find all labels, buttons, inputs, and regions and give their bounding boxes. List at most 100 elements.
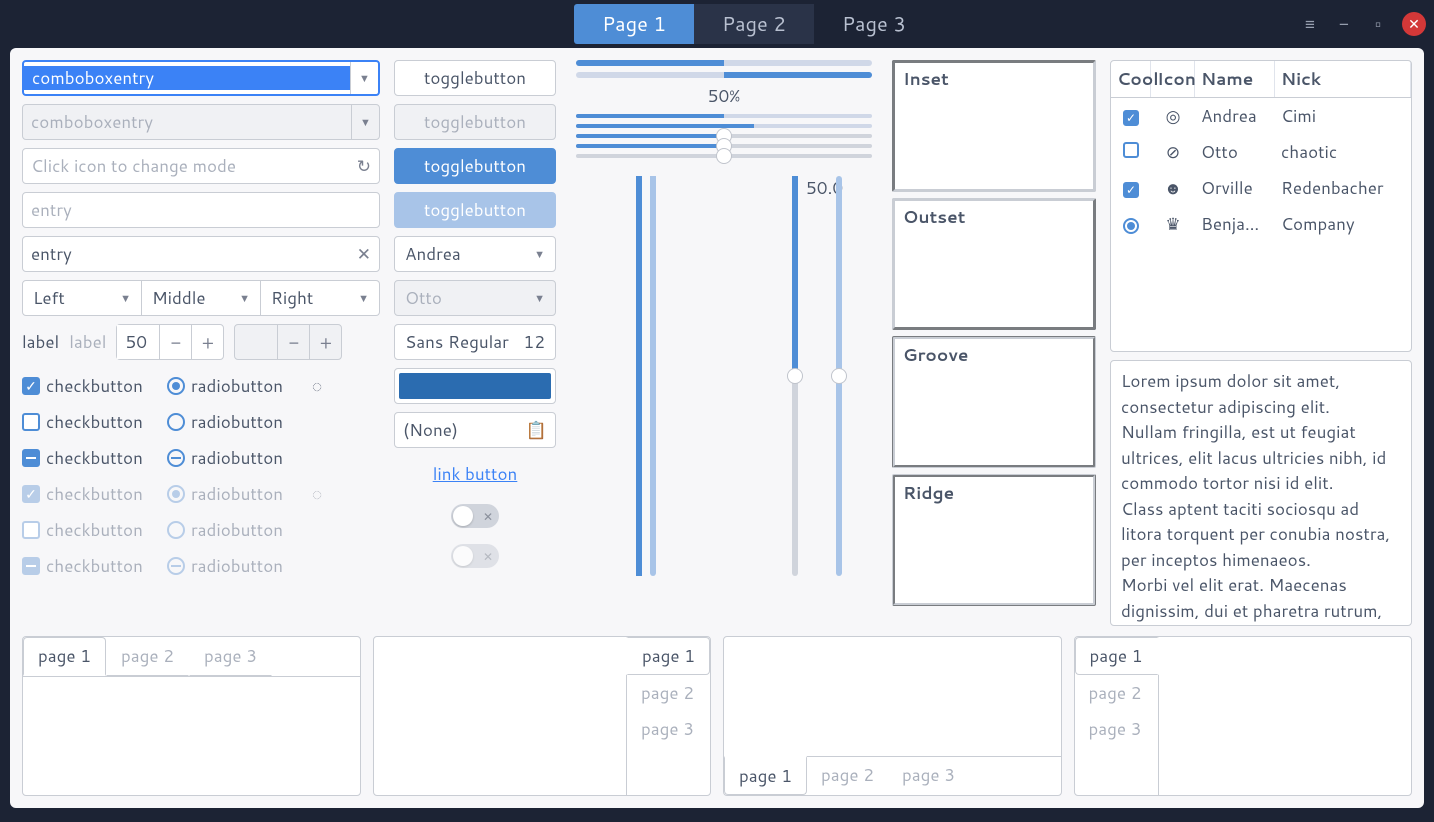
togglebutton-1[interactable]: togglebutton [394, 60, 556, 96]
checkbutton-6-disabled: checkbutton [22, 554, 167, 578]
table-row[interactable]: ⊘ Otto chaotic [1111, 134, 1411, 170]
notebooks-row: page 1 page 2 page 3 page 1 page 2 page … [22, 636, 1412, 796]
label-disabled: label [69, 330, 106, 354]
nb-tab-3[interactable]: page 3 [189, 637, 272, 676]
header-tab-1[interactable]: Page 1 [574, 4, 694, 44]
hamburger-icon[interactable]: ≡ [1300, 14, 1320, 34]
entry-clearable-input[interactable] [31, 242, 357, 266]
row-checkbox[interactable]: ✓ [1123, 182, 1139, 198]
vertical-scale-1[interactable] [636, 176, 642, 576]
table-row[interactable]: ♛ Benja… Company [1111, 206, 1411, 242]
switch-2-disabled: ✕ [451, 544, 499, 568]
refresh-icon[interactable]: ↻ [357, 154, 371, 178]
link-button[interactable]: link button [394, 456, 556, 492]
checkbutton-1[interactable]: ✓checkbutton [22, 374, 167, 398]
column-list-text: Cool Icon Name Nick ✓ ◎ Andrea Cimi ⊘ Ot… [1110, 60, 1412, 626]
entry-mode[interactable]: ↻ [22, 148, 380, 184]
checkbutton-4-disabled: ✓checkbutton [22, 482, 167, 506]
combobox-otto-disabled: Otto▼ [394, 280, 556, 316]
switch-1[interactable]: ✕ [451, 504, 499, 528]
column-entries: comboboxentry ▼ comboboxentry ▼ ↻ ✕ Left… [22, 60, 380, 626]
color-button[interactable] [394, 368, 556, 404]
header-tabs: Page 1 Page 2 Page 3 [574, 4, 934, 44]
treeview[interactable]: Cool Icon Name Nick ✓ ◎ Andrea Cimi ⊘ Ot… [1110, 60, 1412, 352]
spin-minus[interactable]: − [159, 325, 191, 359]
combo-1-dropdown-icon[interactable]: ▼ [350, 62, 378, 94]
vertical-scale-2[interactable] [650, 176, 656, 576]
checkbutton-3[interactable]: checkbutton [22, 446, 167, 470]
nb-tab-1[interactable]: page 1 [23, 637, 106, 676]
spin-plus[interactable]: + [191, 325, 223, 359]
scale-3[interactable] [576, 154, 872, 158]
close-icon[interactable]: ✕ [1402, 12, 1426, 36]
column-progress: 50% 50.0 [570, 60, 878, 626]
table-row[interactable]: ✓ ☻ Orville Redenbacher [1111, 170, 1411, 206]
triple-select: Left▼ Middle▼ Right▼ [22, 280, 380, 316]
entry-clearable[interactable]: ✕ [22, 236, 380, 272]
frame-outset: Outset [892, 198, 1096, 330]
minimize-icon[interactable]: − [1334, 14, 1354, 34]
label-enabled: label [22, 330, 59, 354]
nb-tab-1[interactable]: page 1 [724, 756, 807, 795]
radiobutton-6-disabled: radiobutton [167, 554, 312, 578]
header-tab-2[interactable]: Page 2 [694, 4, 814, 44]
togglebutton-2-disabled: togglebutton [394, 104, 556, 140]
font-button[interactable]: Sans Regular12 [394, 324, 556, 360]
nb-tab-2[interactable]: page 2 [807, 756, 888, 795]
entry-mode-input[interactable] [31, 154, 357, 178]
entry-placeholder-input[interactable] [31, 198, 371, 222]
radiobutton-3[interactable]: radiobutton [167, 446, 312, 470]
nb-tab-3[interactable]: page 3 [626, 711, 710, 747]
maximize-icon[interactable]: ▫ [1368, 14, 1388, 34]
th-nick[interactable]: Nick [1275, 61, 1411, 97]
row-icon: ☻ [1151, 174, 1195, 202]
column-toggles: togglebutton togglebutton togglebutton t… [394, 60, 556, 626]
comboboxentry-1[interactable]: comboboxentry ▼ [22, 60, 380, 96]
row-checkbox[interactable] [1123, 142, 1139, 158]
spin-value[interactable] [117, 325, 159, 359]
th-icon[interactable]: Icon [1151, 61, 1195, 97]
nb-tab-2[interactable]: page 2 [1075, 675, 1159, 711]
th-cool[interactable]: Cool [1111, 61, 1151, 97]
textview[interactable]: Lorem ipsum dolor sit amet, consectetur … [1110, 360, 1412, 626]
vertical-scale-3[interactable]: 50.0 [792, 176, 798, 576]
frame-groove: Groove [892, 336, 1096, 468]
vertical-scale-4[interactable] [836, 176, 842, 576]
titlebar: Page 1 Page 2 Page 3 ≡ − ▫ ✕ [0, 0, 1434, 48]
notebook-top: page 1 page 2 page 3 [22, 636, 361, 796]
nb-tab-2[interactable]: page 2 [106, 637, 189, 676]
combo-entry-1-input[interactable]: comboboxentry [24, 66, 350, 90]
nb-tab-3[interactable]: page 3 [1075, 711, 1159, 747]
togglebutton-3-active[interactable]: togglebutton [394, 148, 556, 184]
clear-icon[interactable]: ✕ [357, 242, 371, 266]
nb-tab-1[interactable]: page 1 [626, 637, 710, 675]
check-radio-grid: ✓checkbutton radiobutton ◌ checkbutton r… [22, 374, 380, 578]
table-row[interactable]: ✓ ◎ Andrea Cimi [1111, 98, 1411, 134]
triple-left[interactable]: Left▼ [22, 280, 142, 316]
nb-tab-3[interactable]: page 3 [888, 756, 969, 795]
comboboxentry-2: comboboxentry ▼ [22, 104, 380, 140]
file-chooser-button[interactable]: (None)📋 [394, 412, 556, 448]
file-icon: 📋 [526, 418, 547, 442]
header-tab-3[interactable]: Page 3 [814, 4, 934, 44]
spinbutton[interactable]: − + [116, 324, 224, 360]
row-radio[interactable] [1123, 218, 1139, 234]
triple-middle[interactable]: Middle▼ [142, 280, 261, 316]
nb-tab-2[interactable]: page 2 [626, 675, 710, 711]
notebook-left: page 1 page 2 page 3 [1074, 636, 1413, 796]
nb-tab-1[interactable]: page 1 [1075, 637, 1159, 675]
radiobutton-1[interactable]: radiobutton [167, 374, 312, 398]
checkbutton-2[interactable]: checkbutton [22, 410, 167, 434]
entry-placeholder[interactable] [22, 192, 380, 228]
radiobutton-2[interactable]: radiobutton [167, 410, 312, 434]
row-checkbox[interactable]: ✓ [1123, 110, 1139, 126]
spinner-icon: ◌ [312, 374, 352, 398]
combobox-andrea[interactable]: Andrea▼ [394, 236, 556, 272]
table-header: Cool Icon Name Nick [1111, 61, 1411, 98]
combo-2-dropdown-icon: ▼ [351, 105, 379, 139]
triple-right[interactable]: Right▼ [261, 280, 380, 316]
th-name[interactable]: Name [1195, 61, 1275, 97]
progressbar-1 [576, 60, 872, 66]
frame-inset: Inset [892, 60, 1096, 192]
togglebutton-4-active-disabled: togglebutton [394, 192, 556, 228]
